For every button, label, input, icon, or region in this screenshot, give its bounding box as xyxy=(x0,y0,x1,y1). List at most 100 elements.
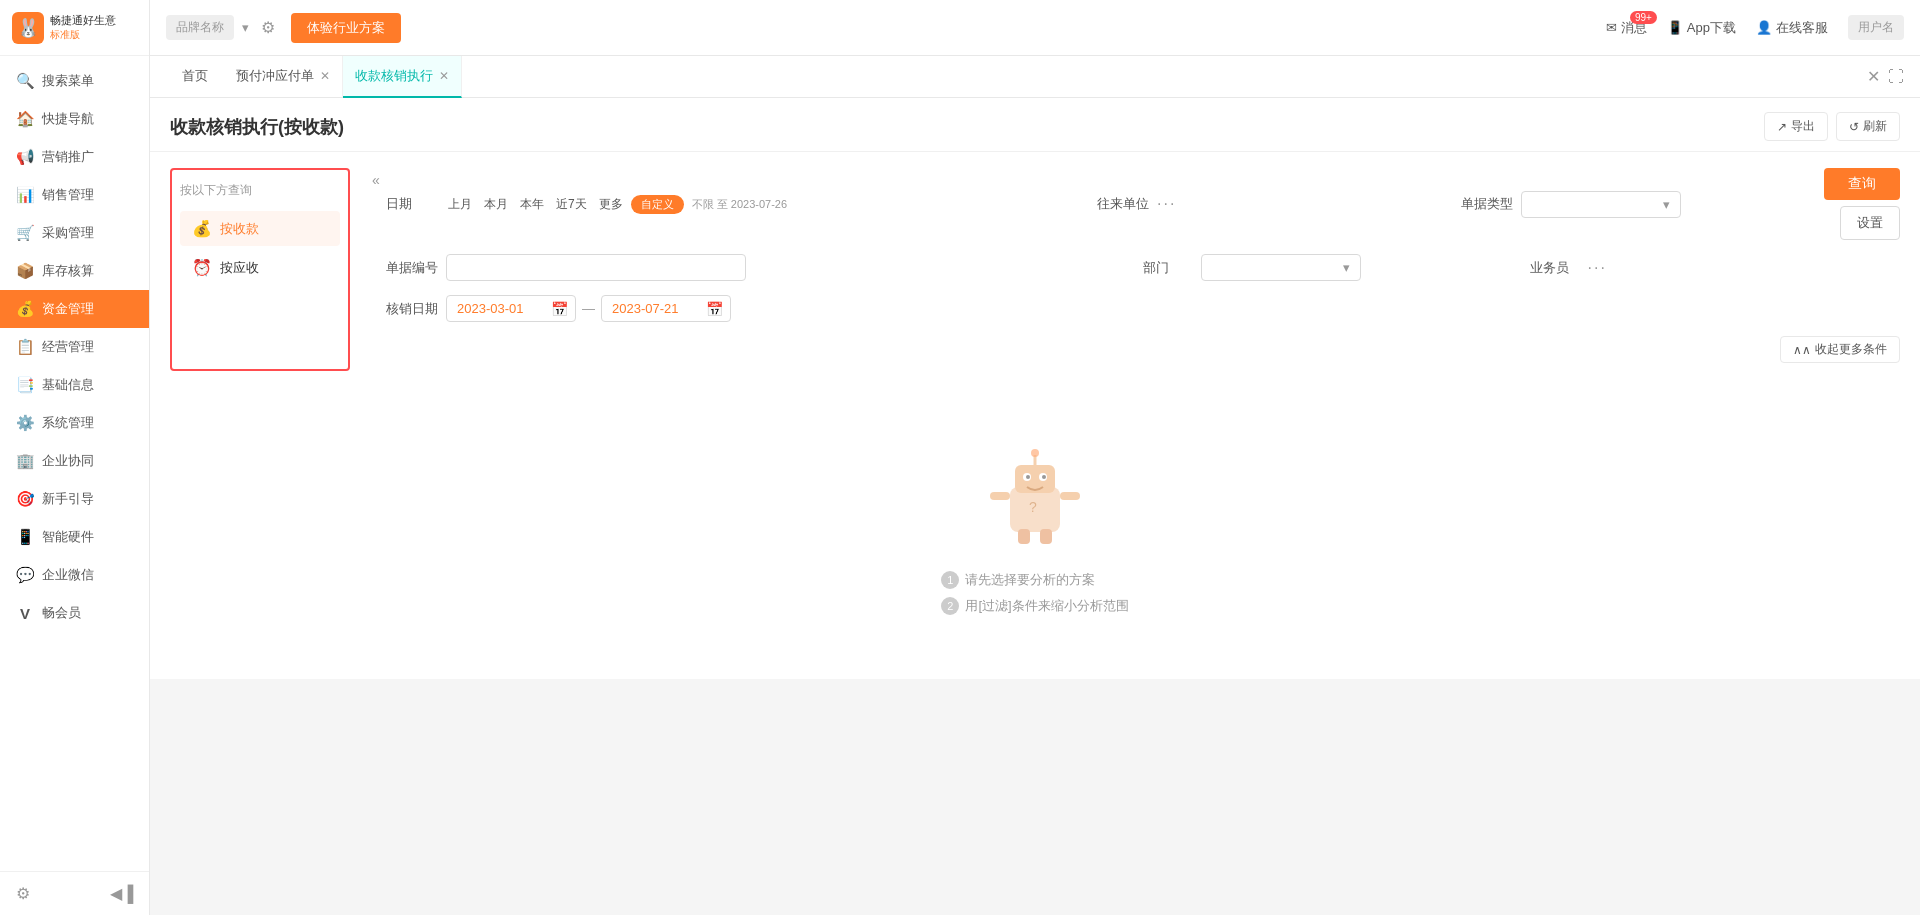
collapse-icon: ∧∧ xyxy=(1793,343,1811,357)
sidebar-item-marketing[interactable]: 📢 营销推广 xyxy=(0,138,149,176)
filter-date-group: 日期 上月 本月 本年 近7天 更多 自定义 不限 至 2023-07-26 xyxy=(386,194,1081,215)
sidebar-item-finance[interactable]: 💰 资金管理 xyxy=(0,290,149,328)
svg-rect-7 xyxy=(1060,492,1080,500)
empty-illustration: ? xyxy=(975,447,1095,547)
sidebar-item-label: 企业微信 xyxy=(42,566,94,584)
filter-option-by-collection[interactable]: 💰 按收款 xyxy=(180,211,340,246)
date-btn-custom[interactable]: 自定义 xyxy=(631,195,684,214)
basics-icon: 📑 xyxy=(16,376,34,394)
tab-prepay[interactable]: 预付冲应付单 ✕ xyxy=(224,56,343,98)
topbar-right: ✉ 消息 99+ 📱 App下载 👤 在线客服 用户名 xyxy=(1606,15,1904,40)
sidebar-item-purchase[interactable]: 🛒 采购管理 xyxy=(0,214,149,252)
refresh-icon: ↺ xyxy=(1849,120,1859,134)
sidebar-nav: 🔍 搜索菜单 🏠 快捷导航 📢 营销推广 📊 销售管理 🛒 采购管理 📦 库存核… xyxy=(0,56,149,871)
svg-rect-6 xyxy=(990,492,1010,500)
filter-area: 按以下方查询 💰 按收款 ⏰ 按应收 « xyxy=(150,152,1920,387)
sidebar-item-member[interactable]: V 畅会员 xyxy=(0,594,149,632)
topbar: 品牌名称 ▾ ⚙ 体验行业方案 ✉ 消息 99+ 📱 App下载 👤 在线客服 … xyxy=(150,0,1920,56)
filter-main: 日期 上月 本月 本年 近7天 更多 自定义 不限 至 2023-07-26 xyxy=(386,168,1900,371)
collapse-sidebar-icon[interactable]: ◀▐ xyxy=(110,884,133,903)
hint-row-1: 1 请先选择要分析的方案 xyxy=(941,567,1128,593)
doctype-select[interactable]: ▾ xyxy=(1521,191,1681,218)
filter-docnumber-group: 单据编号 xyxy=(386,254,1127,281)
refresh-button[interactable]: ↺ 刷新 xyxy=(1836,112,1900,141)
collapse-more-button[interactable]: ∧∧ 收起更多条件 xyxy=(1780,336,1900,363)
app-download-button[interactable]: 📱 App下载 xyxy=(1667,19,1736,37)
sidebar-item-basics[interactable]: 📑 基础信息 xyxy=(0,366,149,404)
close-tab-button[interactable]: ✕ xyxy=(1867,67,1880,86)
brand-selector[interactable]: 品牌名称 xyxy=(166,15,234,40)
page-header: 收款核销执行(按收款) ↗ 导出 ↺ 刷新 xyxy=(150,98,1920,152)
sidebar-item-search[interactable]: 🔍 搜索菜单 xyxy=(0,62,149,100)
sidebar-item-label: 畅会员 xyxy=(42,604,81,622)
user-info[interactable]: 用户名 xyxy=(1848,15,1904,40)
sidebar-item-enterprise[interactable]: 🏢 企业协同 xyxy=(0,442,149,480)
calendar-end-icon[interactable]: 📅 xyxy=(706,301,723,317)
filter-row-3: 核销日期 📅 — 📅 xyxy=(386,295,1900,322)
search-icon: 🔍 xyxy=(16,72,34,90)
date-btn-this-month[interactable]: 本月 xyxy=(480,194,512,215)
hint-num-1: 1 xyxy=(941,571,959,589)
tab-home[interactable]: 首页 xyxy=(166,56,224,98)
settings-footer-icon[interactable]: ⚙ xyxy=(16,884,30,903)
filter-option-by-receivable[interactable]: ⏰ 按应收 xyxy=(180,250,340,285)
svg-text:?: ? xyxy=(1029,499,1037,515)
online-service-button[interactable]: 👤 在线客服 xyxy=(1756,19,1828,37)
filter-counterpart-group: 往来单位 ··· xyxy=(1097,195,1445,213)
trial-button[interactable]: 体验行业方案 xyxy=(291,13,401,43)
date-btn-more[interactable]: 更多 xyxy=(595,194,627,215)
dept-select-arrow: ▾ xyxy=(1343,260,1350,275)
date-hint: 不限 至 2023-07-26 xyxy=(692,197,787,212)
date-btn-last-month[interactable]: 上月 xyxy=(444,194,476,215)
date-btn-this-year[interactable]: 本年 xyxy=(516,194,548,215)
finance-icon: 💰 xyxy=(16,300,34,318)
date-label: 日期 xyxy=(386,195,436,213)
query-button[interactable]: 查询 xyxy=(1824,168,1900,200)
date-range-separator: — xyxy=(582,301,595,316)
sidebar-item-operations[interactable]: 📋 经营管理 xyxy=(0,328,149,366)
date-btn-7days[interactable]: 近7天 xyxy=(552,194,591,215)
filter-row-1: 日期 上月 本月 本年 近7天 更多 自定义 不限 至 2023-07-26 xyxy=(386,168,1900,240)
dept-label: 部门 xyxy=(1143,259,1193,277)
filter-collapse-toggle[interactable]: « xyxy=(366,168,386,371)
docnumber-input[interactable] xyxy=(446,254,746,281)
sidebar-item-label: 经营管理 xyxy=(42,338,94,356)
doctype-select-arrow: ▾ xyxy=(1663,197,1670,212)
logo-name: 畅捷通好生意 xyxy=(50,13,116,27)
sidebar-item-inventory[interactable]: 📦 库存核算 xyxy=(0,252,149,290)
maximize-tab-button[interactable]: ⛶ xyxy=(1888,67,1904,86)
sidebar-item-label: 新手引导 xyxy=(42,490,94,508)
svg-point-4 xyxy=(1026,475,1030,479)
messages-button[interactable]: ✉ 消息 99+ xyxy=(1606,19,1647,37)
dropdown-arrow-icon[interactable]: ▾ xyxy=(242,20,249,35)
tab-close-prepay-icon[interactable]: ✕ xyxy=(320,69,330,83)
member-icon: V xyxy=(16,605,34,622)
guide-icon: 🎯 xyxy=(16,490,34,508)
sidebar-item-hardware[interactable]: 📱 智能硬件 xyxy=(0,518,149,556)
sidebar-item-guide[interactable]: 🎯 新手引导 xyxy=(0,480,149,518)
sidebar-item-quick-nav[interactable]: 🏠 快捷导航 xyxy=(0,100,149,138)
sidebar-item-sales[interactable]: 📊 销售管理 xyxy=(0,176,149,214)
page-container: 收款核销执行(按收款) ↗ 导出 ↺ 刷新 按以下方查询 xyxy=(150,98,1920,679)
filter-dept-group: 部门 ▾ xyxy=(1143,254,1514,281)
staff-selector[interactable]: ··· xyxy=(1588,259,1607,277)
sidebar-item-label: 营销推广 xyxy=(42,148,94,166)
sidebar-item-wechat[interactable]: 💬 企业微信 xyxy=(0,556,149,594)
settings-button[interactable]: 设置 xyxy=(1840,206,1900,240)
tab-close-collection-icon[interactable]: ✕ xyxy=(439,69,449,83)
dept-select[interactable]: ▾ xyxy=(1201,254,1361,281)
sidebar-item-system[interactable]: ⚙️ 系统管理 xyxy=(0,404,149,442)
tab-collection[interactable]: 收款核销执行 ✕ xyxy=(343,56,462,98)
logo-edition: 标准版 xyxy=(50,28,116,42)
hint-text-2: 用[过滤]条件来缩小分析范围 xyxy=(965,593,1128,619)
export-button[interactable]: ↗ 导出 xyxy=(1764,112,1828,141)
svg-rect-9 xyxy=(1040,529,1052,544)
calendar-start-icon[interactable]: 📅 xyxy=(551,301,568,317)
sales-icon: 📊 xyxy=(16,186,34,204)
sidebar: 🐰 畅捷通好生意 标准版 🔍 搜索菜单 🏠 快捷导航 📢 营销推广 📊 销售管理… xyxy=(0,0,150,915)
counterpart-selector[interactable]: ··· xyxy=(1157,195,1176,213)
gear-icon[interactable]: ⚙ xyxy=(261,18,275,37)
hint-num-2: 2 xyxy=(941,597,959,615)
doctype-label: 单据类型 xyxy=(1461,195,1513,213)
page-title: 收款核销执行(按收款) xyxy=(170,115,344,139)
